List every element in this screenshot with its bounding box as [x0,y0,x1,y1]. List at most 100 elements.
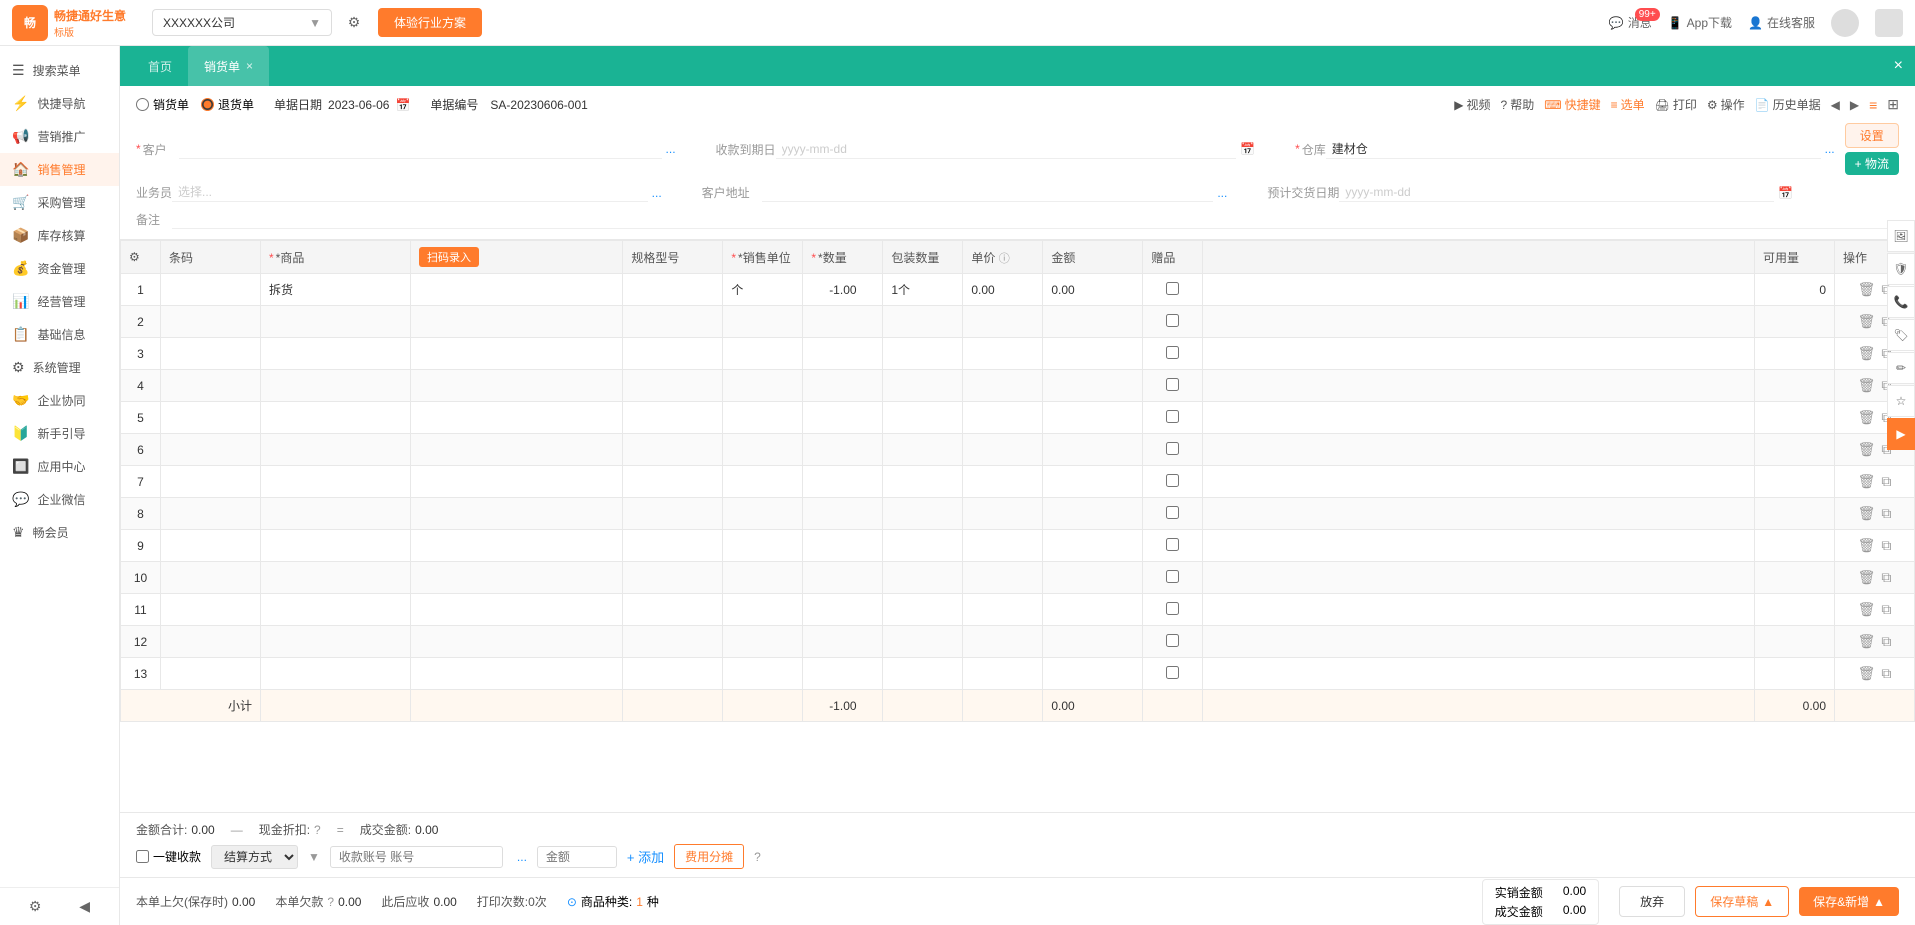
row-spec-3[interactable] [623,338,723,370]
one-click-pay-checkbox[interactable] [136,850,149,863]
delete-icon-12[interactable]: 🗑 [1858,633,1876,650]
sidebar-item-quick-nav[interactable]: ⚡ 快捷导航 [0,87,119,120]
row-barcode-7[interactable] [161,466,261,498]
row-product-13[interactable] [261,658,411,690]
salesperson-dots-icon[interactable]: ... [652,186,662,200]
barcode-input-4[interactable] [169,379,252,393]
radio-return[interactable]: 退货单 [201,96,254,113]
delete-icon-10[interactable]: 🗑 [1858,569,1876,586]
row-product-11[interactable] [261,594,411,626]
remarks-input[interactable] [172,210,1899,229]
row-price-9[interactable] [963,530,1043,562]
one-click-pay-label[interactable]: 一键收款 [136,848,201,865]
row-qty-6[interactable] [803,434,883,466]
row-barcode-12[interactable] [161,626,261,658]
toolbar-print[interactable]: 🖨 打印 [1655,96,1697,113]
logistics-button[interactable]: + 物流 [1845,152,1899,175]
barcode-input-2[interactable] [169,315,252,329]
row-qty-3[interactable] [803,338,883,370]
row-spec-9[interactable] [623,530,723,562]
row-barcode-2[interactable] [161,306,261,338]
row-qty-12[interactable] [803,626,883,658]
gift-checkbox-10[interactable] [1166,570,1179,583]
row-barcode-6[interactable] [161,434,261,466]
radio-return-input[interactable] [201,98,214,111]
sidebar-item-inventory[interactable]: 📦 库存核算 [0,219,119,252]
row-price-10[interactable] [963,562,1043,594]
trial-button[interactable]: 体验行业方案 [378,8,482,37]
calendar-icon[interactable]: 📅 [395,98,410,112]
settings-icon[interactable]: ⚙ [340,9,368,37]
barcode-input-12[interactable] [169,635,252,649]
radio-sales[interactable]: 销货单 [136,96,189,113]
customer-dots-icon[interactable]: ... [666,142,676,156]
warehouse-dots-icon[interactable]: ... [1825,142,1835,156]
spec-input-9[interactable] [631,539,714,553]
row-barcode-4[interactable] [161,370,261,402]
row-price-8[interactable] [963,498,1043,530]
row-price-11[interactable] [963,594,1043,626]
gift-checkbox-8[interactable] [1166,506,1179,519]
gift-checkbox-2[interactable] [1166,314,1179,327]
tab-home[interactable]: 首页 [132,46,188,86]
spec-input-5[interactable] [631,411,714,425]
row-price-3[interactable] [963,338,1043,370]
spec-input-8[interactable] [631,507,714,521]
expected-date-calendar-icon[interactable]: 📅 [1778,186,1793,200]
barcode-input-10[interactable] [169,571,252,585]
sidebar-settings-icon[interactable]: ⚙ [29,898,42,915]
row-product-1[interactable]: 拆货 [261,274,411,306]
delete-icon-3[interactable]: 🗑 [1858,345,1876,362]
row-barcode-11[interactable] [161,594,261,626]
account-input[interactable] [330,846,503,868]
add-payment-button[interactable]: + 添加 [627,847,664,866]
toolbar-video[interactable]: ▶ 视频 [1454,96,1490,113]
gift-checkbox-4[interactable] [1166,378,1179,391]
row-gift-7[interactable] [1143,466,1203,498]
sidebar-item-guide[interactable]: 🔰 新手引导 [0,417,119,450]
row-product-2[interactable] [261,306,411,338]
sidebar-item-purchase[interactable]: 🛒 采购管理 [0,186,119,219]
company-selector[interactable]: XXXXXX公司 ▼ [152,9,332,36]
spec-input-10[interactable] [631,571,714,585]
delete-icon-9[interactable]: 🗑 [1858,537,1876,554]
sidebar-item-sales[interactable]: 🏠 销售管理 [0,153,119,186]
view-list-icon[interactable]: ≡ [1869,97,1877,113]
copy-icon-7[interactable]: ⧉ [1881,473,1891,490]
current-short-help-icon[interactable]: ? [327,895,334,909]
expense-button[interactable]: 费用分摊 [674,844,744,869]
save-new-button[interactable]: 保存&新增 ▲ [1799,887,1899,916]
spec-input-2[interactable] [631,315,714,329]
row-gift-10[interactable] [1143,562,1203,594]
spec-input-3[interactable] [631,347,714,361]
gift-checkbox-9[interactable] [1166,538,1179,551]
row-price-13[interactable] [963,658,1043,690]
th-scan[interactable]: 扫码录入 [411,241,623,274]
toolbar-help[interactable]: ? 帮助 [1501,96,1535,113]
customer-address-dots-icon[interactable]: ... [1217,186,1227,200]
float-btn-tag[interactable]: 🏷 [1887,319,1915,351]
row-gift-9[interactable] [1143,530,1203,562]
row-qty-9[interactable] [803,530,883,562]
sidebar-item-finance[interactable]: 💰 资金管理 [0,252,119,285]
delete-icon-8[interactable]: 🗑 [1858,505,1876,522]
spec-input-1[interactable] [631,283,714,297]
salesperson-input[interactable] [172,183,648,202]
discard-button[interactable]: 放弃 [1619,886,1685,917]
sidebar-item-operations[interactable]: 📊 经营管理 [0,285,119,318]
settlement-select[interactable]: 结算方式 [211,845,298,869]
settings-button[interactable]: 设置 [1845,123,1899,148]
spec-input-11[interactable] [631,603,714,617]
copy-icon-13[interactable]: ⧉ [1881,665,1891,682]
row-qty-1[interactable]: -1.00 [803,274,883,306]
gift-checkbox-1[interactable] [1166,282,1179,295]
row-spec-4[interactable] [623,370,723,402]
row-barcode-5[interactable] [161,402,261,434]
row-product-8[interactable] [261,498,411,530]
barcode-input-7[interactable] [169,475,252,489]
sidebar-item-system[interactable]: ⚙ 系统管理 [0,351,119,384]
payment-amount-input[interactable] [537,846,617,868]
delete-icon-4[interactable]: 🗑 [1858,377,1876,394]
th-settings[interactable]: ⚙ [121,241,161,274]
copy-icon-10[interactable]: ⧉ [1881,569,1891,586]
